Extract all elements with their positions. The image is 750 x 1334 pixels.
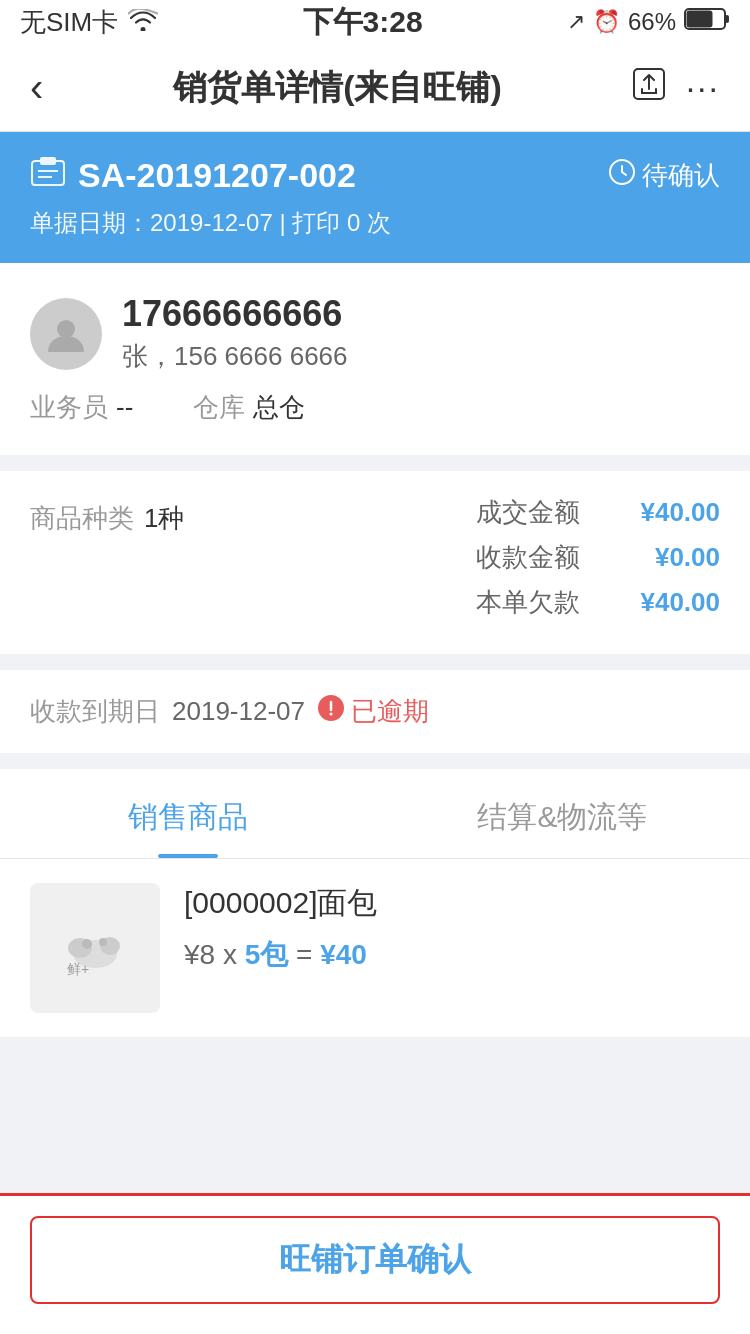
warehouse-value: 总仓 (253, 390, 305, 425)
amount-label-2: 本单欠款 (476, 585, 580, 620)
overdue-text: 已逾期 (351, 694, 429, 729)
salesman-label: 业务员 (30, 390, 108, 425)
more-icon[interactable]: ··· (686, 68, 720, 107)
wifi-icon (128, 7, 158, 38)
product-qty: 5包 (245, 939, 289, 970)
warehouse-item: 仓库 总仓 (193, 390, 305, 425)
customer-name: 张，156 6666 6666 (122, 339, 348, 374)
svg-text:鲜+: 鲜+ (67, 961, 89, 977)
customer-phone: 17666666666 (122, 293, 348, 335)
svg-point-16 (99, 938, 107, 946)
tab-settlement[interactable]: 结算&物流等 (375, 769, 750, 858)
amount-row-1: 收款金额 ¥0.00 (476, 540, 720, 575)
amount-label-0: 成交金额 (476, 495, 580, 530)
confirm-order-button[interactable]: 旺铺订单确认 (30, 1216, 720, 1304)
due-date-value: 2019-12-07 (172, 696, 305, 727)
back-button[interactable]: ‹ (30, 65, 43, 110)
product-total: ¥40 (320, 939, 367, 970)
tabs-bar: 销售商品 结算&物流等 (0, 769, 750, 859)
due-date-section: 收款到期日 2019-12-07 已逾期 (0, 670, 750, 753)
svg-point-9 (57, 320, 75, 338)
svg-rect-1 (725, 15, 729, 23)
amount-value-2: ¥40.00 (600, 587, 720, 618)
amount-label-1: 收款金额 (476, 540, 580, 575)
overdue-icon (317, 694, 345, 729)
location-icon: ↗ (567, 9, 585, 35)
order-header-card: SA-20191207-002 待确认 单据日期：2019-12-07 | 打印… (0, 132, 750, 263)
confirm-button-wrap: 旺铺订单确认 (0, 1193, 750, 1334)
amount-value-0: ¥40.00 (600, 497, 720, 528)
product-info: [0000002]面包 ¥8 x 5包 = ¥40 (184, 883, 720, 974)
svg-rect-5 (40, 157, 56, 165)
amount-list: 成交金额 ¥40.00 收款金额 ¥0.00 本单欠款 ¥40.00 (476, 495, 720, 630)
svg-point-15 (82, 939, 92, 949)
nav-bar: ‹ 销货单详情(来自旺铺) ··· (0, 44, 750, 132)
nav-icons: ··· (632, 67, 720, 109)
status-left: 无SIM卡 (20, 5, 158, 40)
order-icon (30, 156, 66, 195)
share-icon[interactable] (632, 67, 666, 109)
product-equals: = (288, 939, 320, 970)
product-image: 鲜+ (30, 883, 160, 1013)
status-time: 下午3:28 (303, 2, 423, 43)
avatar (30, 298, 102, 370)
status-bar: 无SIM卡 下午3:28 ↗ ⏰ 66% (0, 0, 750, 44)
product-type-value: 1种 (144, 501, 184, 536)
customer-meta: 业务员 -- 仓库 总仓 (30, 390, 720, 425)
due-date-label: 收款到期日 (30, 694, 160, 729)
amount-value-1: ¥0.00 (600, 542, 720, 573)
product-type-label: 商品种类 (30, 501, 134, 536)
battery-icon (684, 8, 730, 36)
alarm-icon: ⏰ (593, 9, 620, 35)
product-section: 鲜+ [0000002]面包 ¥8 x 5包 = ¥40 (0, 859, 750, 1037)
warehouse-label: 仓库 (193, 390, 245, 425)
amount-section: 商品种类 1种 成交金额 ¥40.00 收款金额 ¥0.00 本单欠款 ¥40.… (0, 471, 750, 654)
svg-rect-2 (686, 11, 712, 28)
salesman-value: -- (116, 392, 133, 423)
order-date: 单据日期：2019-12-07 | 打印 0 次 (30, 207, 720, 239)
product-name: [0000002]面包 (184, 883, 720, 924)
customer-section: 17666666666 张，156 6666 6666 业务员 -- 仓库 总仓 (0, 263, 750, 455)
salesman-item: 业务员 -- (30, 390, 133, 425)
overdue-badge: 已逾期 (317, 694, 429, 729)
product-price: ¥8 x 5包 = ¥40 (184, 936, 720, 974)
amount-row-2: 本单欠款 ¥40.00 (476, 585, 720, 620)
order-id: SA-20191207-002 (30, 156, 356, 195)
battery-text: 66% (628, 8, 676, 36)
amount-row-0: 成交金额 ¥40.00 (476, 495, 720, 530)
customer-info: 17666666666 张，156 6666 6666 (122, 293, 348, 374)
product-price-text: ¥8 x (184, 939, 245, 970)
status-right: ↗ ⏰ 66% (567, 8, 730, 36)
order-status: 待确认 (608, 158, 720, 193)
order-header-top: SA-20191207-002 待确认 (30, 156, 720, 195)
customer-row: 17666666666 张，156 6666 6666 (30, 293, 720, 374)
page-title: 销货单详情(来自旺铺) (173, 65, 502, 111)
product-type: 商品种类 1种 (30, 495, 184, 536)
carrier-text: 无SIM卡 (20, 5, 118, 40)
clock-icon (608, 158, 636, 193)
tab-sales-products[interactable]: 销售商品 (0, 769, 375, 858)
svg-point-11 (330, 713, 333, 716)
